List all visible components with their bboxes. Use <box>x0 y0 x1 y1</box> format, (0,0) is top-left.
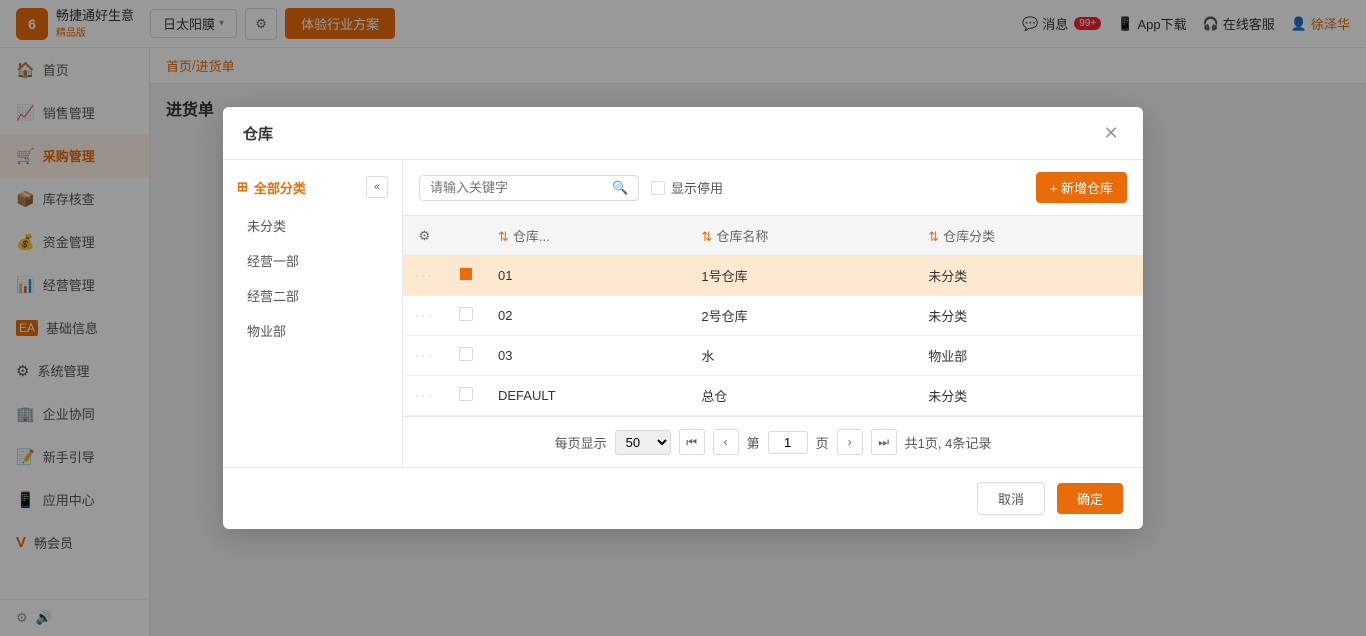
row-actions-cell[interactable]: ··· <box>403 256 446 296</box>
row-more-icon[interactable]: ··· <box>415 348 434 363</box>
col-category[interactable]: ⇅仓库分类 <box>916 216 1143 256</box>
row-actions-cell[interactable]: ··· <box>403 376 446 416</box>
row-code: 03 <box>486 336 689 376</box>
table-toolbar: 🔍 显示停用 + 新增仓库 <box>403 160 1143 216</box>
row-more-icon[interactable]: ··· <box>415 268 434 283</box>
category-item-ops1[interactable]: 经营一部 <box>223 243 402 278</box>
modal-overlay[interactable]: 仓库 ✕ ⊞ 全部分类 « 未分类 经营一部 经营二部 物业部 <box>0 0 1366 636</box>
collapse-button[interactable]: « <box>366 176 388 198</box>
col-name[interactable]: ⇅仓库名称 <box>689 216 916 256</box>
row-code: 02 <box>486 296 689 336</box>
row-more-icon[interactable]: ··· <box>415 308 434 323</box>
search-icon: 🔍 <box>612 180 628 196</box>
modal-header: 仓库 ✕ <box>223 107 1143 160</box>
modal-title: 仓库 <box>243 123 273 144</box>
category-header: ⊞ 全部分类 « <box>223 170 402 208</box>
table-row[interactable]: ··· 03 水 物业部 <box>403 336 1143 376</box>
grid-icon: ⊞ <box>237 179 248 195</box>
total-info: 共1页, 4条记录 <box>905 433 992 452</box>
col-settings[interactable]: ⚙ <box>403 216 446 256</box>
modal-body: ⊞ 全部分类 « 未分类 经营一部 经营二部 物业部 🔍 <box>223 160 1143 467</box>
row-checkbox[interactable] <box>459 387 473 401</box>
next-page-button[interactable]: › <box>837 429 863 455</box>
modal-close-button[interactable]: ✕ <box>1099 121 1123 145</box>
page-number-input[interactable] <box>768 431 808 454</box>
confirm-button[interactable]: 确定 <box>1057 483 1123 514</box>
first-page-button[interactable]: ⏮ <box>679 429 705 455</box>
table-row[interactable]: ··· 02 2号仓库 未分类 <box>403 296 1143 336</box>
row-actions-cell[interactable]: ··· <box>403 296 446 336</box>
prev-page-button[interactable]: ‹ <box>713 429 739 455</box>
pagination: 每页显示 50 100 200 ⏮ ‹ 第 页 › ⏭ 共1页, 4条记录 <box>403 416 1143 467</box>
warehouse-modal: 仓库 ✕ ⊞ 全部分类 « 未分类 经营一部 经营二部 物业部 <box>223 107 1143 529</box>
per-page-label: 每页显示 <box>555 433 607 452</box>
category-item-ops2[interactable]: 经营二部 <box>223 278 402 313</box>
data-table: ⚙ ⇅仓库... ⇅仓库名称 ⇅仓库分类 <box>403 216 1143 416</box>
disabled-checkbox[interactable] <box>651 181 665 195</box>
col-code[interactable]: ⇅仓库... <box>486 216 689 256</box>
category-item-property[interactable]: 物业部 <box>223 313 402 348</box>
add-warehouse-button[interactable]: + 新增仓库 <box>1036 172 1127 203</box>
table-row[interactable]: ··· 01 1号仓库 未分类 <box>403 256 1143 296</box>
category-item-unclassified[interactable]: 未分类 <box>223 208 402 243</box>
search-box[interactable]: 🔍 <box>419 175 639 201</box>
last-page-button[interactable]: ⏭ <box>871 429 897 455</box>
row-category: 未分类 <box>916 296 1143 336</box>
sort-icon-name: ⇅ <box>701 229 712 244</box>
row-category: 未分类 <box>916 376 1143 416</box>
row-more-icon[interactable]: ··· <box>415 388 434 403</box>
page-suffix: 页 <box>816 433 829 452</box>
table-panel: 🔍 显示停用 + 新增仓库 ⚙ <box>403 160 1143 467</box>
category-all-label: 全部分类 <box>254 178 306 197</box>
warehouse-table: ⚙ ⇅仓库... ⇅仓库名称 ⇅仓库分类 <box>403 216 1143 416</box>
row-checkbox-cell[interactable] <box>446 336 486 376</box>
row-checkbox[interactable] <box>459 307 473 321</box>
row-code: DEFAULT <box>486 376 689 416</box>
row-category: 物业部 <box>916 336 1143 376</box>
row-name: 1号仓库 <box>689 256 916 296</box>
category-panel: ⊞ 全部分类 « 未分类 经营一部 经营二部 物业部 <box>223 160 403 467</box>
row-name: 总仓 <box>689 376 916 416</box>
row-name: 2号仓库 <box>689 296 916 336</box>
row-name: 水 <box>689 336 916 376</box>
row-checkbox-cell[interactable] <box>446 376 486 416</box>
sort-icon-code: ⇅ <box>498 229 509 244</box>
row-checkbox-cell[interactable] <box>446 256 486 296</box>
show-disabled-checkbox[interactable]: 显示停用 <box>651 178 723 197</box>
modal-footer: 取消 确定 <box>223 467 1143 529</box>
table-row[interactable]: ··· DEFAULT 总仓 未分类 <box>403 376 1143 416</box>
row-checkbox[interactable] <box>459 347 473 361</box>
row-category: 未分类 <box>916 256 1143 296</box>
row-checkbox[interactable] <box>459 267 473 281</box>
page-label: 第 <box>747 433 760 452</box>
col-checkbox <box>446 216 486 256</box>
row-checkbox-cell[interactable] <box>446 296 486 336</box>
search-input[interactable] <box>430 180 606 195</box>
per-page-select[interactable]: 50 100 200 <box>615 430 671 455</box>
category-all[interactable]: ⊞ 全部分类 <box>237 178 306 197</box>
show-disabled-label: 显示停用 <box>671 178 723 197</box>
cancel-button[interactable]: 取消 <box>977 482 1045 515</box>
sort-icon-category: ⇅ <box>928 229 939 244</box>
row-actions-cell[interactable]: ··· <box>403 336 446 376</box>
row-code: 01 <box>486 256 689 296</box>
